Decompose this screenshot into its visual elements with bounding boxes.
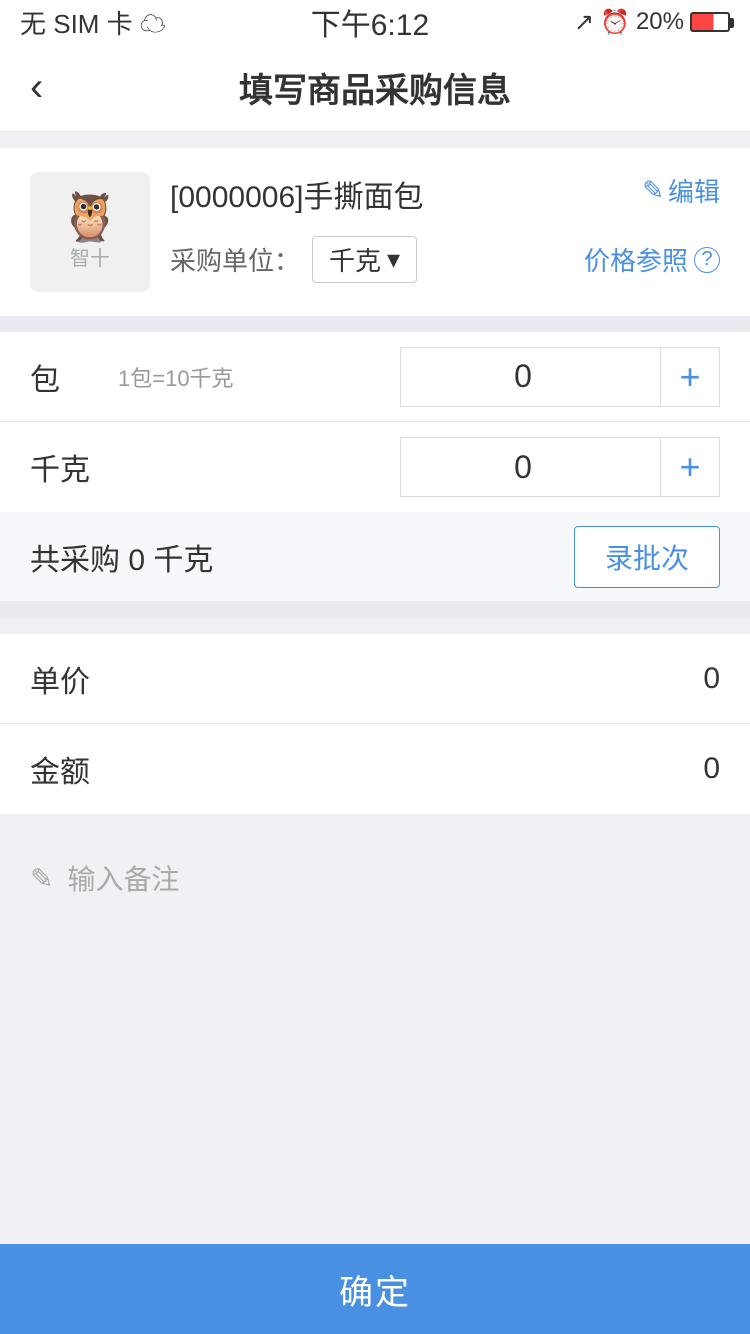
amount-label: 金额: [30, 747, 90, 791]
product-unit-row: 采购单位： 千克 ▾ 价格参照 ?: [170, 236, 720, 283]
amount-row: 金额 0: [0, 724, 750, 814]
confirm-button[interactable]: 确定: [0, 1244, 750, 1334]
product-card: 🦉 智十 [0000006]手撕面包 ✎ 编辑 采购单位： 千克 ▾ 价格参照 …: [0, 148, 750, 316]
unit-price-row: 单价 0: [0, 634, 750, 724]
amount-value: 0: [703, 752, 720, 786]
product-image-label: 智十: [70, 242, 110, 271]
pencil-icon: ✎: [30, 862, 53, 895]
battery-icon: [690, 12, 730, 32]
kg-input-right: +: [400, 437, 720, 497]
price-section: 单价 0 金额 0: [0, 634, 750, 814]
remark-placeholder: 输入备注: [67, 858, 179, 898]
info-icon: ?: [694, 247, 720, 273]
pack-sublabel: 1包=10千克: [118, 361, 234, 393]
summary-row: 共采购 0 千克 录批次: [0, 512, 750, 602]
product-owl-icon: 🦉: [60, 194, 120, 242]
kg-input-row: 千克 +: [0, 422, 750, 512]
pack-label: 包: [30, 355, 110, 399]
kg-label: 千克: [30, 445, 110, 489]
nav-bar: ‹ 填写商品采购信息: [0, 44, 750, 132]
edit-button[interactable]: ✎ 编辑: [642, 172, 720, 209]
pack-quantity-input[interactable]: [400, 347, 660, 407]
kg-quantity-input[interactable]: [400, 437, 660, 497]
status-time: 下午6:12: [311, 0, 429, 44]
summary-text: 共采购 0 千克: [30, 535, 213, 579]
signal-label: 无 SIM 卡 ☁: [20, 4, 166, 41]
product-name: [0000006]手撕面包: [170, 172, 642, 216]
batch-button[interactable]: 录批次: [574, 526, 720, 588]
product-info: [0000006]手撕面包 ✎ 编辑 采购单位： 千克 ▾ 价格参照 ?: [170, 172, 720, 283]
product-image: 🦉 智十: [30, 172, 150, 292]
chevron-down-icon: ▾: [387, 244, 400, 275]
unit-price-label: 单价: [30, 657, 90, 701]
status-right: ↗ ⏰ 20%: [574, 8, 730, 37]
back-button[interactable]: ‹: [30, 65, 43, 110]
pack-input-row: 包 1包=10千克 +: [0, 332, 750, 422]
kg-plus-button[interactable]: +: [660, 437, 720, 497]
unit-label: 采购单位：: [170, 241, 300, 278]
edit-icon: ✎: [642, 175, 664, 206]
price-ref-button[interactable]: 价格参照 ?: [584, 241, 720, 278]
pack-plus-button[interactable]: +: [660, 347, 720, 407]
remark-section[interactable]: ✎ 输入备注: [0, 830, 750, 926]
separator-2: [0, 602, 750, 618]
location-icon: ↗: [574, 8, 594, 37]
input-section: 包 1包=10千克 + 千克 +: [0, 332, 750, 512]
status-bar: 无 SIM 卡 ☁ 下午6:12 ↗ ⏰ 20%: [0, 0, 750, 44]
separator-1: [0, 316, 750, 332]
confirm-btn-wrap: 确定: [0, 1244, 750, 1334]
alarm-icon: ⏰: [600, 8, 630, 37]
product-header: [0000006]手撕面包 ✎ 编辑: [170, 172, 720, 216]
battery-label: 20%: [636, 8, 684, 36]
unit-price-value: 0: [703, 662, 720, 696]
unit-selector[interactable]: 千克 ▾: [312, 236, 417, 283]
status-left: 无 SIM 卡 ☁: [20, 4, 166, 41]
page-title: 填写商品采购信息: [239, 63, 511, 112]
content-spacer: [0, 926, 750, 1226]
pack-input-right: +: [400, 347, 720, 407]
